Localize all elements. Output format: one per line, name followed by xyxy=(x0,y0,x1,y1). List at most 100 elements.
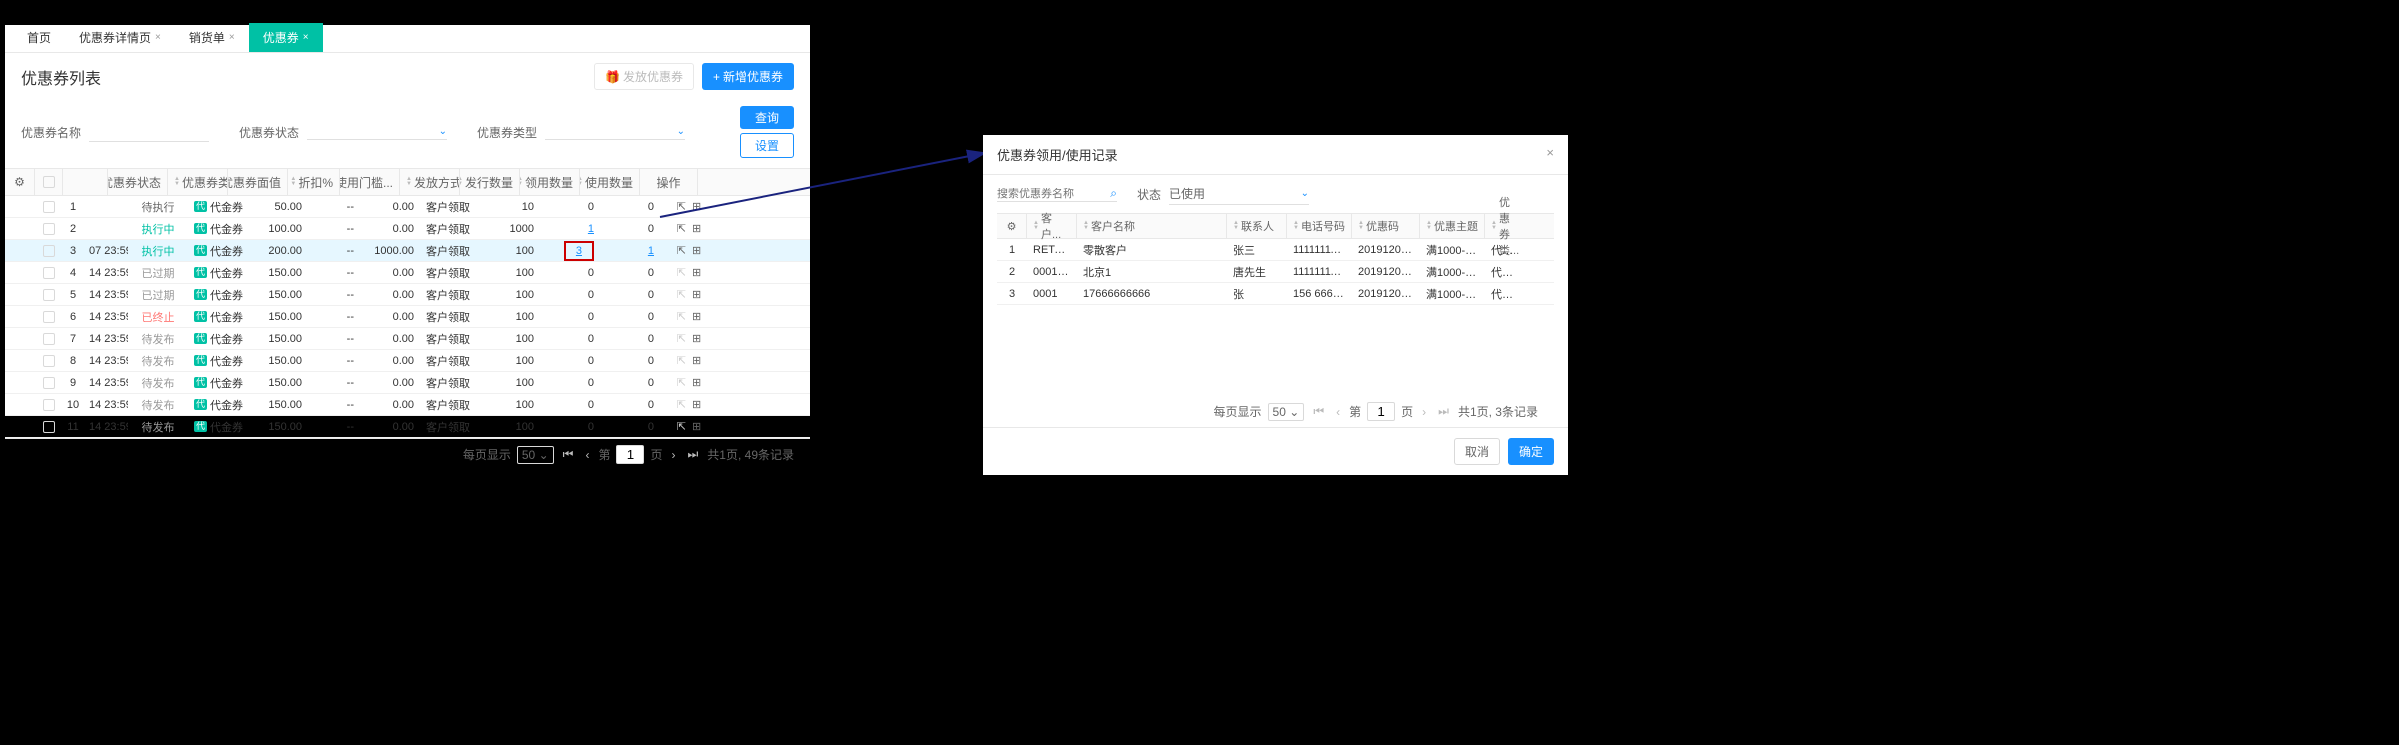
row-cust-name: 零散客户 xyxy=(1077,242,1227,258)
gift-icon: 🎁 xyxy=(605,70,620,84)
first-page-button[interactable]: ⏮ xyxy=(1310,404,1327,419)
claim-column[interactable]: ▲▼ 领用数量 xyxy=(520,169,580,195)
qr-icon[interactable]: ⊞ xyxy=(692,244,701,257)
chevron-down-icon: ⌄ xyxy=(439,126,447,137)
row-time: 14 23:59 xyxy=(83,394,128,415)
row-checkbox[interactable] xyxy=(35,372,63,393)
gear-column[interactable]: ⚙ xyxy=(997,214,1027,238)
table-row[interactable]: 914 23:59待发布代代金券150.00--0.00客户领取10000⇱⊞ xyxy=(5,372,810,394)
code-column[interactable]: ▲▼ 优惠码 xyxy=(1352,214,1420,238)
page-size-select[interactable]: 50 ⌄ xyxy=(1268,403,1305,421)
prev-page-button[interactable]: ‹ xyxy=(1333,405,1343,419)
type-column[interactable]: ▲▼ 优惠券类型 xyxy=(168,169,228,195)
claim-link[interactable]: 3 xyxy=(576,245,582,257)
share-icon[interactable]: ⇱ xyxy=(677,244,686,257)
page-size-value: 50 xyxy=(1273,405,1286,419)
threshold-column[interactable]: ▲▼ 使用门槛... xyxy=(340,169,400,195)
query-button[interactable]: 查询 xyxy=(740,106,794,129)
qr-icon[interactable]: ⊞ xyxy=(692,398,701,411)
share-icon[interactable]: ⇱ xyxy=(677,222,686,235)
name-input[interactable] xyxy=(89,123,209,142)
row-checkbox[interactable] xyxy=(35,328,63,349)
table-row[interactable]: 200010001北京1唐先生111111111112019120 70...满… xyxy=(997,261,1554,283)
share-icon[interactable]: ⇱ xyxy=(677,200,686,213)
search-field[interactable] xyxy=(997,188,1087,200)
contact-column[interactable]: ▲▼ 联系人 xyxy=(1227,214,1287,238)
row-index: 1 xyxy=(997,244,1027,256)
confirm-button[interactable]: 确定 xyxy=(1508,438,1554,465)
table-row[interactable]: 1RETAIL...零散客户张三111111111112019120 70...… xyxy=(997,239,1554,261)
table-row[interactable]: 1待执行代代金券50.00--0.00客户领取1000⇱⊞ xyxy=(5,196,810,218)
table-row[interactable]: 1114 23:59待发布代代金券150.00--0.00客户领取10000⇱⊞ xyxy=(5,416,810,438)
row-checkbox[interactable] xyxy=(35,240,63,261)
qr-icon[interactable]: ⊞ xyxy=(692,200,701,213)
qr-icon[interactable]: ⊞ xyxy=(692,310,701,323)
status-column[interactable]: ▲▼ 优惠券状态 xyxy=(108,169,168,195)
tab-sales-order[interactable]: 销货单 × xyxy=(175,23,249,52)
row-checkbox[interactable] xyxy=(35,394,63,415)
method-column[interactable]: ▲▼ 发放方式 xyxy=(400,169,460,195)
coupon-search-input[interactable]: ⌕ xyxy=(997,186,1117,202)
qr-icon[interactable]: ⊞ xyxy=(692,288,701,301)
discount-column[interactable]: ▲▼ 折扣% xyxy=(288,169,340,195)
prev-page-button[interactable]: ‹ xyxy=(582,448,592,462)
last-page-button[interactable]: ⏭ xyxy=(684,447,701,462)
page-input[interactable] xyxy=(1367,402,1395,421)
face-column[interactable]: ▲▼ 优惠券面值 xyxy=(228,169,288,195)
table-row[interactable]: 2执行中代代金券100.00--0.00客户领取100010⇱⊞ xyxy=(5,218,810,240)
table-row[interactable]: 307 23:59执行中代代金券200.00--1000.00客户领取10031… xyxy=(5,240,810,262)
type-select[interactable]: ⌄ xyxy=(545,124,685,140)
row-checkbox[interactable] xyxy=(35,350,63,371)
tab-coupon-detail[interactable]: 优惠券详情页 × xyxy=(65,23,175,52)
status-select[interactable]: 已使用 ⌄ xyxy=(1169,183,1309,205)
row-checkbox[interactable] xyxy=(35,306,63,327)
topic-column[interactable]: ▲▼ 优惠主题 xyxy=(1420,214,1485,238)
next-page-button[interactable]: › xyxy=(1419,405,1429,419)
checkbox-column[interactable] xyxy=(35,169,63,195)
distribute-button[interactable]: 🎁 发放优惠券 xyxy=(594,63,694,90)
qr-icon[interactable]: ⊞ xyxy=(692,420,701,433)
close-icon[interactable]: × xyxy=(1546,145,1554,164)
name-column[interactable]: ▲▼ 客户名称 xyxy=(1077,214,1227,238)
use-column[interactable]: ▲▼ 使用数量 xyxy=(580,169,640,195)
qr-icon[interactable]: ⊞ xyxy=(692,376,701,389)
close-icon[interactable]: × xyxy=(155,32,161,43)
last-page-button[interactable]: ⏭ xyxy=(1435,404,1452,419)
type-column[interactable]: ▲▼ 优惠券类... xyxy=(1485,214,1521,238)
table-row[interactable]: 3000117666666666张156 6666 ...2019120 70.… xyxy=(997,283,1554,305)
table-row[interactable]: 714 23:59待发布代代金券150.00--0.00客户领取10000⇱⊞ xyxy=(5,328,810,350)
row-checkbox[interactable] xyxy=(35,262,63,283)
qr-icon[interactable]: ⊞ xyxy=(692,332,701,345)
qr-icon[interactable]: ⊞ xyxy=(692,222,701,235)
cancel-button[interactable]: 取消 xyxy=(1454,438,1500,465)
cust-column[interactable]: ▲▼ 客户... xyxy=(1027,214,1077,238)
row-checkbox[interactable] xyxy=(35,218,63,239)
first-page-button[interactable]: ⏮ xyxy=(560,447,577,462)
page-input[interactable] xyxy=(616,445,644,464)
issue-column[interactable]: ▲▼ 发行数量 xyxy=(460,169,520,195)
qr-icon[interactable]: ⊞ xyxy=(692,354,701,367)
phone-column[interactable]: ▲▼ 电话号码 xyxy=(1287,214,1352,238)
table-row[interactable]: 1014 23:59待发布代代金券150.00--0.00客户领取10000⇱⊞ xyxy=(5,394,810,416)
next-page-button[interactable]: › xyxy=(668,448,678,462)
add-coupon-button[interactable]: + 新增优惠券 xyxy=(702,63,794,90)
close-icon[interactable]: × xyxy=(229,32,235,43)
table-row[interactable]: 414 23:59已过期代代金券150.00--0.00客户领取10000⇱⊞ xyxy=(5,262,810,284)
gear-column[interactable]: ⚙ xyxy=(5,169,35,195)
table-row[interactable]: 614 23:59已终止代代金券150.00--0.00客户领取10000⇱⊞ xyxy=(5,306,810,328)
status-select[interactable]: ⌄ xyxy=(307,124,447,140)
tab-home[interactable]: 首页 xyxy=(13,23,65,52)
close-icon[interactable]: × xyxy=(303,32,309,43)
settings-button[interactable]: 设置 xyxy=(740,133,794,158)
qr-icon[interactable]: ⊞ xyxy=(692,266,701,279)
tab-coupon[interactable]: 优惠券 × xyxy=(249,23,323,52)
row-checkbox[interactable] xyxy=(35,416,63,437)
table-row[interactable]: 514 23:59已过期代代金券150.00--0.00客户领取10000⇱⊞ xyxy=(5,284,810,306)
claim-link[interactable]: 1 xyxy=(588,223,594,235)
row-checkbox[interactable] xyxy=(35,196,63,217)
table-row[interactable]: 814 23:59待发布代代金券150.00--0.00客户领取10000⇱⊞ xyxy=(5,350,810,372)
time-column xyxy=(63,169,108,195)
row-checkbox[interactable] xyxy=(35,284,63,305)
use-link[interactable]: 1 xyxy=(648,245,654,257)
page-size-select[interactable]: 50 ⌄ xyxy=(517,446,554,464)
